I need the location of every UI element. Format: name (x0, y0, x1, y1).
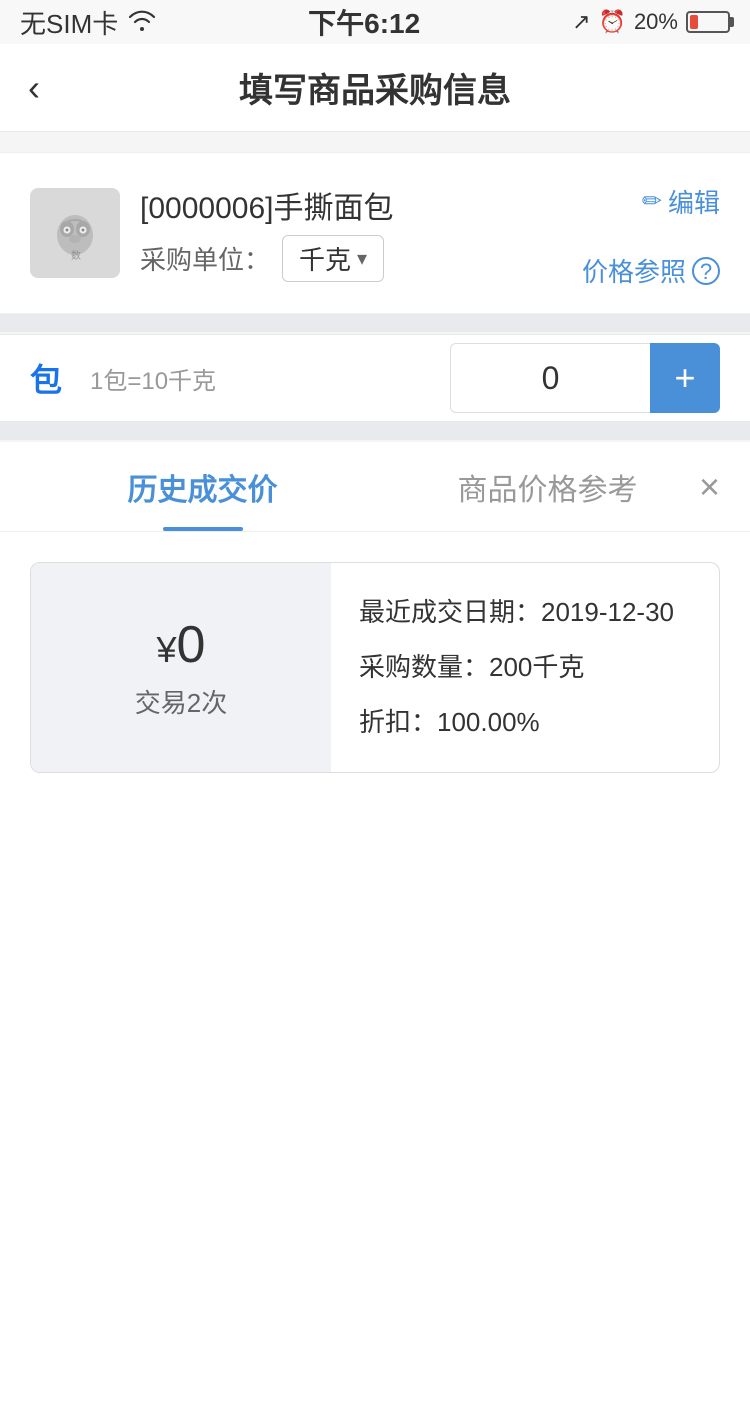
product-unit-row: 采购单位： 千克 ▾ (140, 235, 393, 282)
tab-history-label: 历史成交价 (128, 465, 278, 509)
edit-icon: ✏ (642, 187, 662, 216)
battery-percent: 20% (634, 9, 678, 35)
chevron-down-icon: ▾ (357, 246, 367, 271)
back-button[interactable]: ‹ (28, 67, 40, 109)
product-right: ✏ 编辑 价格参照 ? (582, 183, 720, 289)
product-left: 数 [0000006]手撕面包 采购单位： 千克 ▾ (30, 183, 393, 282)
svg-text:数: 数 (71, 249, 81, 262)
plus-icon: + (674, 357, 695, 399)
status-time: 下午6:12 (308, 2, 420, 42)
price-card-right: 最近成交日期：2019-12-30 采购数量：200千克 折扣：100.00% (331, 563, 719, 772)
product-name: [0000006]手撕面包 (140, 183, 393, 227)
divider-2 (0, 422, 750, 440)
quantity-plus-button[interactable]: + (650, 343, 720, 413)
help-icon: ? (692, 257, 720, 285)
page-title: 填写商品采购信息 (239, 63, 511, 112)
tabs-row: 历史成交价 商品价格参考 × (0, 442, 750, 532)
price-card-area: ¥0 交易2次 最近成交日期：2019-12-30 采购数量：200千克 折扣：… (0, 532, 750, 803)
unit-conversion-text: 1包=10千克 (90, 361, 430, 396)
edit-label: 编辑 (668, 183, 720, 220)
price-value: ¥0 (157, 615, 206, 675)
product-thumbnail: 数 (30, 188, 120, 278)
quantity-input-area: + (450, 343, 720, 413)
product-top-row: 数 [0000006]手撕面包 采购单位： 千克 ▾ ✏ 编辑 价 (30, 183, 720, 289)
purchase-qty: 采购数量：200千克 (359, 648, 691, 687)
unit-value: 千克 (299, 240, 351, 277)
tab-product-price-ref[interactable]: 商品价格参考 (375, 442, 720, 531)
quantity-row: 包 1包=10千克 + (0, 334, 750, 422)
divider (0, 314, 750, 332)
tab-active-underline (163, 527, 243, 531)
tab-price-ref-label: 商品价格参考 (458, 465, 638, 509)
price-amount: 0 (177, 616, 206, 674)
alarm-icon: ⏰ (599, 9, 626, 35)
carrier-text: 无SIM卡 (20, 4, 118, 41)
location-icon: ↗ (572, 9, 590, 35)
discount: 折扣：100.00% (359, 703, 691, 742)
tab-close-button[interactable]: × (699, 466, 720, 508)
unit-name-label: 包 (30, 355, 70, 401)
price-trade-count: 交易2次 (135, 683, 227, 720)
price-ref-label: 价格参照 (582, 252, 686, 289)
status-right: ↗ ⏰ 20% (572, 9, 730, 35)
product-card: 数 [0000006]手撕面包 采购单位： 千克 ▾ ✏ 编辑 价 (0, 152, 750, 314)
edit-button[interactable]: ✏ 编辑 (642, 183, 720, 220)
status-left: 无SIM卡 (20, 4, 156, 41)
price-ref-button[interactable]: 价格参照 ? (582, 252, 720, 289)
battery-icon (686, 11, 730, 33)
currency-symbol: ¥ (157, 629, 177, 670)
wifi-icon (128, 7, 156, 38)
tab-history-price[interactable]: 历史成交价 (30, 442, 375, 531)
product-info: [0000006]手撕面包 采购单位： 千克 ▾ (140, 183, 393, 282)
empty-area (0, 803, 750, 1403)
nav-bar: ‹ 填写商品采购信息 (0, 44, 750, 132)
status-bar: 无SIM卡 下午6:12 ↗ ⏰ 20% (0, 0, 750, 44)
price-card-left: ¥0 交易2次 (31, 563, 331, 772)
recent-date: 最近成交日期：2019-12-30 (359, 593, 691, 632)
price-card: ¥0 交易2次 最近成交日期：2019-12-30 采购数量：200千克 折扣：… (30, 562, 720, 773)
unit-select-dropdown[interactable]: 千克 ▾ (282, 235, 384, 282)
unit-label-text: 采购单位： (140, 240, 270, 277)
quantity-input[interactable] (450, 343, 650, 413)
battery-fill (690, 15, 698, 29)
